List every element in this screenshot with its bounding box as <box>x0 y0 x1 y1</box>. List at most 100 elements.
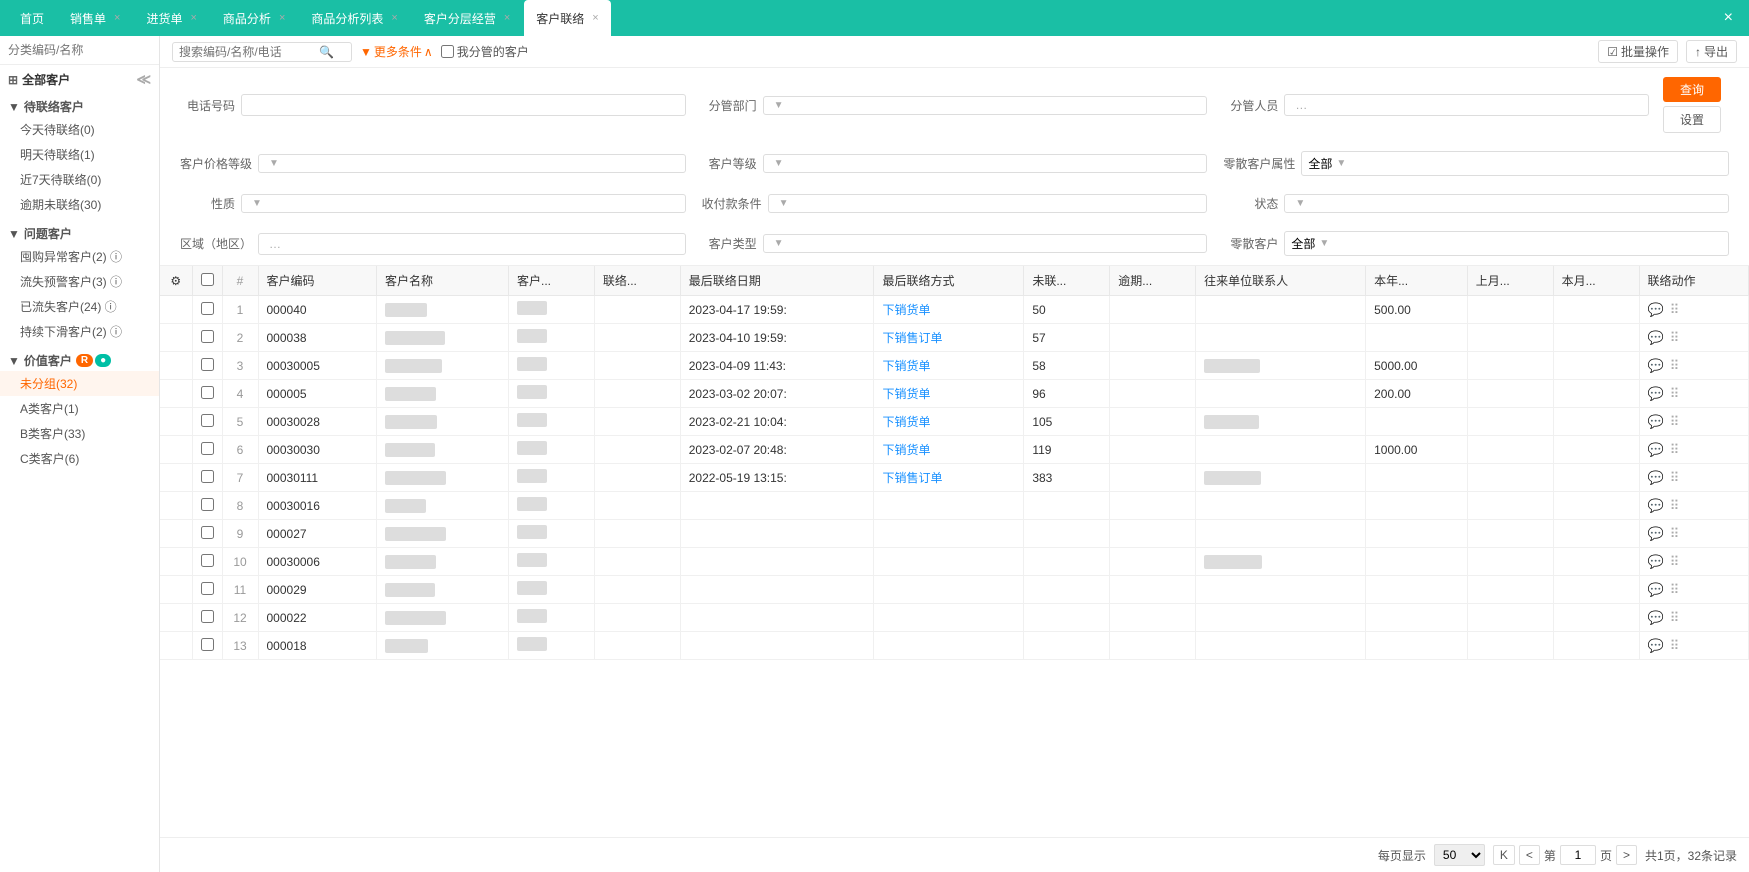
manager-select[interactable]: … <box>1284 94 1649 116</box>
close-icon[interactable]: × <box>391 12 397 24</box>
sidebar-item-7days[interactable]: 近7天待联络(0) <box>0 167 159 192</box>
row-check[interactable] <box>192 436 222 464</box>
phone-action-icon[interactable]: 💬 <box>1648 386 1664 402</box>
batch-ops-btn[interactable]: ☑ 批量操作 <box>1598 40 1678 63</box>
row-check[interactable] <box>192 380 222 408</box>
sidebar-item-class-c[interactable]: C类客户(6) <box>0 446 159 471</box>
row-check[interactable] <box>192 548 222 576</box>
sidebar-item-ungrouped[interactable]: 未分组(32) <box>0 371 159 396</box>
menu-action-icon[interactable]: ⠿ <box>1670 358 1680 374</box>
my-customers-check[interactable] <box>441 45 454 58</box>
search-input[interactable] <box>179 45 319 59</box>
menu-action-icon[interactable]: ⠿ <box>1670 330 1680 346</box>
row-check[interactable] <box>192 296 222 324</box>
menu-action-icon[interactable]: ⠿ <box>1670 498 1680 514</box>
region-select[interactable]: … <box>258 233 686 255</box>
close-icon[interactable]: × <box>190 12 196 24</box>
retail-attr-select[interactable]: 全部 ▼ <box>1301 151 1729 176</box>
menu-action-icon[interactable]: ⠿ <box>1670 386 1680 402</box>
section-title-problem[interactable]: ▼ 问题客户 <box>0 221 159 244</box>
nature-select[interactable]: ▼ <box>241 194 686 213</box>
window-close-icon[interactable]: × <box>1716 9 1741 27</box>
menu-action-icon[interactable]: ⠿ <box>1670 302 1680 318</box>
prev-page-btn[interactable]: < <box>1519 845 1540 865</box>
menu-action-icon[interactable]: ⠿ <box>1670 582 1680 598</box>
price-level-select[interactable]: ▼ <box>258 154 686 173</box>
phone-action-icon[interactable]: 💬 <box>1648 526 1664 542</box>
row-check[interactable] <box>192 408 222 436</box>
row-check[interactable] <box>192 604 222 632</box>
section-title-value[interactable]: ▼ 价值客户 R ● <box>0 348 159 371</box>
phone-action-icon[interactable]: 💬 <box>1648 442 1664 458</box>
retail-select[interactable]: 全部 ▼ <box>1284 231 1729 256</box>
sidebar-item-tomorrow[interactable]: 明天待联络(1) <box>0 142 159 167</box>
menu-action-icon[interactable]: ⠿ <box>1670 414 1680 430</box>
customer-type-select[interactable]: ▼ <box>763 234 1208 253</box>
tab-analysis-list[interactable]: 商品分析列表 × <box>299 0 409 36</box>
sidebar-item-today[interactable]: 今天待联络(0) <box>0 117 159 142</box>
close-icon[interactable]: × <box>279 12 285 24</box>
my-customers-checkbox[interactable]: 我分管的客户 <box>441 43 529 60</box>
sidebar-search-input[interactable] <box>8 43 160 57</box>
sidebar-item-churned[interactable]: 已流失客户(24) ⓘ <box>0 294 159 319</box>
col-settings[interactable]: ⚙ <box>160 266 192 296</box>
phone-action-icon[interactable]: 💬 <box>1648 582 1664 598</box>
menu-action-icon[interactable]: ⠿ <box>1670 442 1680 458</box>
tab-purchase[interactable]: 进货单 × <box>134 0 208 36</box>
menu-action-icon[interactable]: ⠿ <box>1670 554 1680 570</box>
sidebar-item-churn-warning[interactable]: 流失预警客户(3) ⓘ <box>0 269 159 294</box>
row-check[interactable] <box>192 576 222 604</box>
more-conditions-btn[interactable]: ▼ 更多条件 ∧ <box>360 43 433 60</box>
menu-action-icon[interactable]: ⠿ <box>1670 526 1680 542</box>
page-number-input[interactable] <box>1560 845 1596 865</box>
menu-action-icon[interactable]: ⠿ <box>1670 638 1680 654</box>
next-page-btn[interactable]: > <box>1616 845 1637 865</box>
phone-action-icon[interactable]: 💬 <box>1648 610 1664 626</box>
phone-action-icon[interactable]: 💬 <box>1648 414 1664 430</box>
phone-action-icon[interactable]: 💬 <box>1648 498 1664 514</box>
row-check[interactable] <box>192 464 222 492</box>
row-check[interactable] <box>192 352 222 380</box>
tab-customer-contact[interactable]: 客户联络 × <box>524 0 610 36</box>
sidebar-item-overdue[interactable]: 逾期未联络(30) <box>0 192 159 217</box>
status-select[interactable]: ▼ <box>1284 194 1729 213</box>
phone-action-icon[interactable]: 💬 <box>1648 554 1664 570</box>
payment-select[interactable]: ▼ <box>768 194 1208 213</box>
tab-home[interactable]: 首页 <box>8 0 56 36</box>
close-icon[interactable]: × <box>592 12 598 24</box>
per-page-select[interactable]: 50 100 <box>1434 844 1485 866</box>
menu-action-icon[interactable]: ⠿ <box>1670 610 1680 626</box>
phone-action-icon[interactable]: 💬 <box>1648 358 1664 374</box>
row-contact <box>594 436 680 464</box>
customer-level-select[interactable]: ▼ <box>763 154 1208 173</box>
phone-action-icon[interactable]: 💬 <box>1648 638 1664 654</box>
phone-action-icon[interactable]: 💬 <box>1648 302 1664 318</box>
sidebar-item-hoarding[interactable]: 囤购异常客户(2) ⓘ <box>0 244 159 269</box>
search-button[interactable]: 查询 <box>1663 77 1721 102</box>
sidebar-item-class-b[interactable]: B类客户(33) <box>0 421 159 446</box>
tab-customer-tier[interactable]: 客户分层经营 × <box>412 0 522 36</box>
phone-action-icon[interactable]: 💬 <box>1648 330 1664 346</box>
tab-sales[interactable]: 销售单 × <box>58 0 132 36</box>
sidebar-item-class-a[interactable]: A类客户(1) <box>0 396 159 421</box>
select-all-checkbox[interactable] <box>201 273 214 286</box>
dept-select[interactable]: ▼ <box>763 96 1208 115</box>
menu-action-icon[interactable]: ⠿ <box>1670 470 1680 486</box>
export-btn[interactable]: ↑ 导出 <box>1686 40 1737 63</box>
tab-analysis[interactable]: 商品分析 × <box>211 0 297 36</box>
first-page-btn[interactable]: K <box>1493 845 1515 865</box>
reset-button[interactable]: 设置 <box>1663 106 1721 133</box>
close-icon[interactable]: × <box>114 12 120 24</box>
row-check[interactable] <box>192 324 222 352</box>
phone-action-icon[interactable]: 💬 <box>1648 470 1664 486</box>
row-check[interactable] <box>192 520 222 548</box>
row-check[interactable] <box>192 632 222 660</box>
phone-input[interactable] <box>241 94 686 116</box>
row-check[interactable] <box>192 492 222 520</box>
collapse-icon[interactable]: ≪ <box>136 71 151 88</box>
close-icon[interactable]: × <box>504 12 510 24</box>
sidebar-item-declining[interactable]: 持续下滑客户(2) ⓘ <box>0 319 159 344</box>
all-customers-header[interactable]: ⊞ 全部客户 ≪ <box>0 65 159 94</box>
section-title-pending[interactable]: ▼ 待联络客户 <box>0 94 159 117</box>
row-this-month <box>1553 464 1639 492</box>
